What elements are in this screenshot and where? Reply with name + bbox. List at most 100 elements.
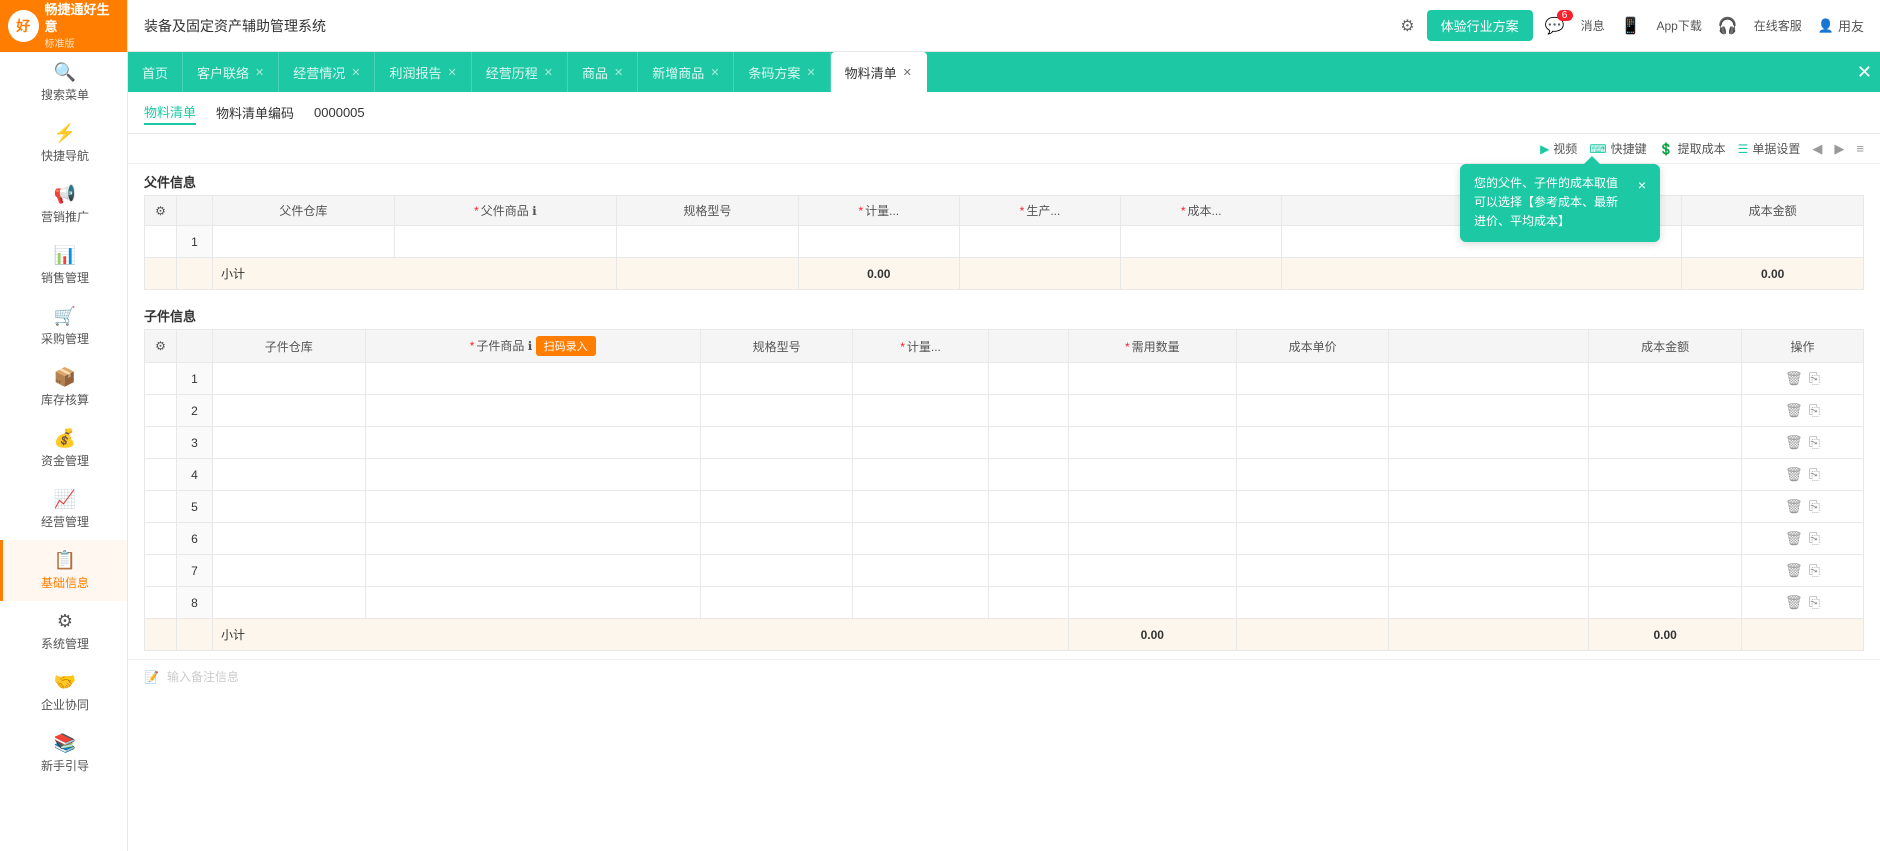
delete-icon[interactable]: 🗑 [1785, 402, 1803, 419]
user-menu[interactable]: 👤 用友 [1818, 16, 1864, 35]
nav-list-btn[interactable]: ≡ [1856, 141, 1864, 156]
child-row-unit-cost[interactable] [1236, 459, 1389, 491]
nav-tab-首页[interactable]: 首页 [128, 52, 183, 92]
tab-close-btn[interactable]: ✕ [903, 66, 912, 79]
child-row-spec[interactable] [700, 427, 853, 459]
tooltip-close-btn[interactable]: × [1638, 174, 1646, 196]
nav-tab-利润报告[interactable]: 利润报告✕ [375, 52, 471, 92]
child-row-qty[interactable] [1068, 395, 1236, 427]
copy-icon[interactable]: ⎘ [1809, 466, 1820, 483]
child-row-product[interactable] [365, 555, 700, 587]
tab-close-btn[interactable]: ✕ [448, 66, 457, 79]
child-row-spec[interactable] [700, 491, 853, 523]
child-row-product[interactable] [365, 363, 700, 395]
child-row-qty[interactable] [1068, 555, 1236, 587]
online-service-icon[interactable]: 🎧 [1718, 16, 1738, 36]
child-row-unit[interactable] [853, 363, 988, 395]
parent-row-spec[interactable] [617, 226, 799, 258]
parent-row-cost[interactable] [1121, 226, 1282, 258]
single-settings-btn[interactable]: ☰ 单据设置 [1738, 140, 1801, 157]
child-row-qty[interactable] [1068, 523, 1236, 555]
child-row-unit[interactable] [853, 555, 988, 587]
child-row-qty[interactable] [1068, 491, 1236, 523]
child-row-warehouse[interactable] [213, 555, 366, 587]
nav-tab-经营历程[interactable]: 经营历程✕ [472, 52, 568, 92]
sidebar-item-基础信息[interactable]: 📋基础信息 [0, 540, 127, 601]
tab-close-btn[interactable]: ✕ [544, 66, 553, 79]
tab-close-btn[interactable]: ✕ [806, 66, 815, 79]
tab-close-btn[interactable]: ✕ [351, 66, 360, 79]
child-row-spec[interactable] [700, 587, 853, 619]
nav-next-btn[interactable]: ▶ [1834, 141, 1844, 157]
close-all-tabs-btn[interactable]: ✕ [1857, 62, 1880, 83]
sidebar-item-库存核算[interactable]: 📦库存核算 [0, 357, 127, 418]
child-row-warehouse[interactable] [213, 523, 366, 555]
child-row-qty[interactable] [1068, 363, 1236, 395]
tab-close-btn[interactable]: ✕ [255, 66, 264, 79]
trial-btn[interactable]: 体验行业方案 [1427, 10, 1533, 41]
delete-icon[interactable]: 🗑 [1785, 466, 1803, 483]
sidebar-item-系统管理[interactable]: ⚙系统管理 [0, 601, 127, 662]
shortcut-btn[interactable]: ⌨ 快捷键 [1589, 140, 1646, 157]
nav-tab-经营情况[interactable]: 经营情况✕ [279, 52, 375, 92]
child-row-unit[interactable] [853, 395, 988, 427]
sidebar-item-快捷导航[interactable]: ⚡快捷导航 [0, 113, 127, 174]
copy-icon[interactable]: ⎘ [1809, 434, 1820, 451]
view-btn[interactable]: ▶ 视频 [1540, 140, 1577, 157]
child-row-warehouse[interactable] [213, 587, 366, 619]
child-row-unit-cost[interactable] [1236, 491, 1389, 523]
child-row-unit[interactable] [853, 459, 988, 491]
child-row-spec[interactable] [700, 555, 853, 587]
nav-tab-新增商品[interactable]: 新增商品✕ [638, 52, 734, 92]
sidebar-item-采购管理[interactable]: 🛒采购管理 [0, 296, 127, 357]
child-row-warehouse[interactable] [213, 363, 366, 395]
parent-row-warehouse[interactable] [213, 226, 395, 258]
child-row-unit-cost[interactable] [1236, 523, 1389, 555]
delete-icon[interactable]: 🗑 [1785, 530, 1803, 547]
parent-row-produce[interactable] [959, 226, 1120, 258]
delete-icon[interactable]: 🗑 [1785, 562, 1803, 579]
child-row-unit[interactable] [853, 427, 988, 459]
child-row-unit[interactable] [853, 491, 988, 523]
sidebar-item-企业协同[interactable]: 🤝企业协同 [0, 662, 127, 723]
child-row-qty[interactable] [1068, 587, 1236, 619]
copy-icon[interactable]: ⎘ [1809, 530, 1820, 547]
copy-icon[interactable]: ⎘ [1809, 594, 1820, 611]
child-row-product[interactable] [365, 491, 700, 523]
child-row-warehouse[interactable] [213, 427, 366, 459]
child-row-spec[interactable] [700, 363, 853, 395]
settings-icon[interactable]: ⚙ [1400, 16, 1414, 36]
delete-icon[interactable]: 🗑 [1785, 498, 1803, 515]
child-row-product[interactable] [365, 459, 700, 491]
child-row-unit-cost[interactable] [1236, 363, 1389, 395]
child-row-product[interactable] [365, 427, 700, 459]
sub-nav-bill-list[interactable]: 物料清单 [144, 100, 196, 125]
child-row-product[interactable] [365, 395, 700, 427]
copy-icon[interactable]: ⎘ [1809, 370, 1820, 387]
delete-icon[interactable]: 🗑 [1785, 594, 1803, 611]
child-row-unit-cost[interactable] [1236, 395, 1389, 427]
tab-close-btn[interactable]: ✕ [710, 66, 719, 79]
parent-row-product[interactable] [394, 226, 616, 258]
child-row-warehouse[interactable] [213, 395, 366, 427]
child-row-qty[interactable] [1068, 459, 1236, 491]
child-row-warehouse[interactable] [213, 491, 366, 523]
child-row-unit[interactable] [853, 587, 988, 619]
sidebar-item-经营管理[interactable]: 📈经营管理 [0, 479, 127, 540]
nav-tab-条码方案[interactable]: 条码方案✕ [734, 52, 830, 92]
sub-nav-bill-code[interactable]: 物料清单编码 [216, 101, 294, 124]
scan-btn[interactable]: 扫码录入 [536, 336, 596, 356]
child-row-product[interactable] [365, 587, 700, 619]
nav-tab-商品[interactable]: 商品✕ [568, 52, 638, 92]
child-row-spec[interactable] [700, 459, 853, 491]
nav-tab-物料清单[interactable]: 物料清单✕ [831, 52, 927, 92]
note-placeholder[interactable]: 输入备注信息 [167, 668, 239, 685]
tab-close-btn[interactable]: ✕ [614, 66, 623, 79]
copy-icon[interactable]: ⎘ [1809, 498, 1820, 515]
sidebar-item-资金管理[interactable]: 💰资金管理 [0, 418, 127, 479]
copy-icon[interactable]: ⎘ [1809, 562, 1820, 579]
sidebar-item-新手引导[interactable]: 📚新手引导 [0, 723, 127, 784]
copy-icon[interactable]: ⎘ [1809, 402, 1820, 419]
sidebar-item-营销推广[interactable]: 📢营销推广 [0, 174, 127, 235]
sidebar-item-搜索菜单[interactable]: 🔍搜索菜单 [0, 52, 127, 113]
